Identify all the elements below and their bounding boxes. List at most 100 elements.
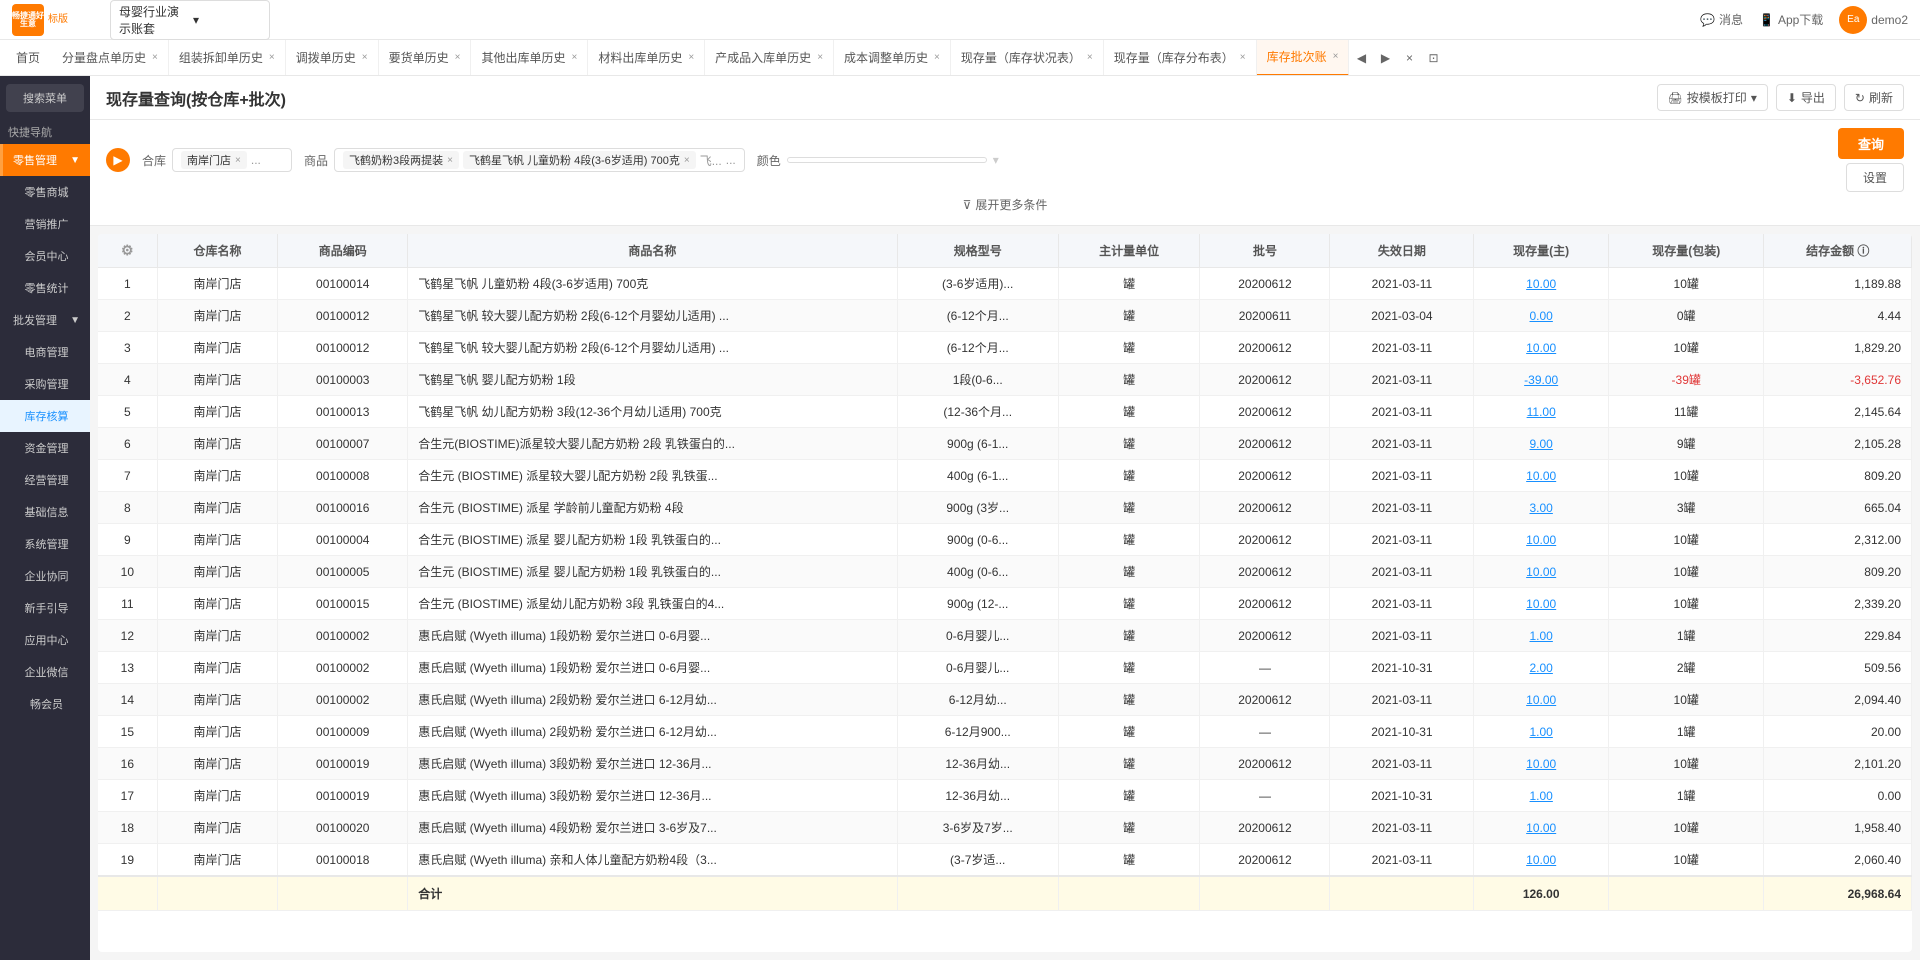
- sidebar-item-enterprise-coop[interactable]: 企业协同: [0, 560, 90, 592]
- color-filter: 颜色 ▾: [757, 152, 999, 169]
- tab-fen-pan[interactable]: 分量盘点单历史 ×: [52, 40, 169, 76]
- tab-diao-bo[interactable]: 调拨单历史 ×: [286, 40, 379, 76]
- tab-close[interactable]: ×: [1333, 51, 1339, 62]
- tab-xian-cun-fen[interactable]: 现存量（库存分布表） ×: [1104, 40, 1257, 76]
- cell-qty-main[interactable]: 10.00: [1474, 588, 1609, 620]
- search-menu-btn[interactable]: 搜索菜单: [6, 84, 84, 112]
- tab-zu-zhuang[interactable]: 组装拆卸单历史 ×: [169, 40, 286, 76]
- tab-chan-pin-ru[interactable]: 产成品入库单历史 ×: [705, 40, 834, 76]
- tab-close[interactable]: ×: [1240, 52, 1246, 63]
- cell-qty-main[interactable]: 11.00: [1474, 396, 1609, 428]
- filter-row: ▶ 合库 南岸门店 × ... 商品 飞鹤奶粉3段两提: [106, 128, 1904, 192]
- cell-qty-main[interactable]: 10.00: [1474, 556, 1609, 588]
- sidebar-item-wholesale-mgmt[interactable]: 批发管理 ▼: [0, 304, 90, 336]
- cell-qty-main[interactable]: 3.00: [1474, 492, 1609, 524]
- tab-close[interactable]: ×: [934, 52, 940, 63]
- cell-amount: 809.20: [1764, 556, 1912, 588]
- cell-qty-main[interactable]: 10.00: [1474, 460, 1609, 492]
- refresh-btn[interactable]: ↻ 刷新: [1844, 84, 1904, 111]
- sidebar-item-inventory-check[interactable]: 库存核算: [0, 400, 90, 432]
- filter-toggle-btn[interactable]: ▶: [106, 148, 130, 172]
- color-tag-group[interactable]: [787, 157, 987, 163]
- tab-close-all[interactable]: ×: [1397, 40, 1421, 76]
- warehouse-tag-group[interactable]: 南岸门店 × ...: [172, 148, 292, 172]
- tab-bar: 首页 分量盘点单历史 × 组装拆卸单历史 × 调拨单历史 × 要货单历史 × 其…: [0, 40, 1920, 76]
- cell-qty-main[interactable]: 10.00: [1474, 844, 1609, 877]
- tab-cheng-ben-diao[interactable]: 成本调整单历史 ×: [834, 40, 951, 76]
- cell-qty-main[interactable]: 0.00: [1474, 300, 1609, 332]
- expand-more-btn[interactable]: ⊽ 展开更多条件: [106, 192, 1904, 217]
- sidebar-item-finance-mgmt[interactable]: 资金管理: [0, 432, 90, 464]
- cell-qty-main[interactable]: 10.00: [1474, 524, 1609, 556]
- cell-amount: 1,189.88: [1764, 268, 1912, 300]
- sidebar-item-app-center[interactable]: 应用中心: [0, 624, 90, 656]
- query-btn[interactable]: 查询: [1838, 128, 1904, 159]
- tab-close[interactable]: ×: [817, 52, 823, 63]
- sidebar-item-marketing[interactable]: 营销推广: [0, 208, 90, 240]
- sidebar-item-retail-mgmt[interactable]: 零售管理 ▼: [0, 144, 90, 176]
- product-tag-1-close[interactable]: ×: [447, 155, 453, 166]
- sidebar-item-enterprise-wechat[interactable]: 企业微信: [0, 656, 90, 688]
- tab-nav-next[interactable]: ▶: [1373, 40, 1397, 76]
- cell-warehouse: 南岸门店: [157, 396, 278, 428]
- product-tag-group[interactable]: 飞鹤奶粉3段两提装 × 飞鹤星飞帆 儿童奶粉 4段(3-6岁适用) 700克 ×…: [334, 148, 745, 172]
- cell-code: 00100009: [278, 716, 408, 748]
- industry-select[interactable]: 母婴行业演示账套 ▾: [110, 0, 270, 40]
- tab-cai-liao-chu[interactable]: 材料出库单历史 ×: [588, 40, 705, 76]
- table-row: 19 南岸门店 00100018 惠氏启赋 (Wyeth illuma) 亲和人…: [98, 844, 1912, 877]
- cell-code: 00100002: [278, 652, 408, 684]
- tab-ku-cun-pi[interactable]: 库存批次账 ×: [1257, 40, 1350, 76]
- tab-close[interactable]: ×: [455, 52, 461, 63]
- product-tag-2-close[interactable]: ×: [684, 155, 690, 166]
- cell-qty-main[interactable]: 1.00: [1474, 780, 1609, 812]
- sidebar-item-retail-shop[interactable]: 零售商城: [0, 176, 90, 208]
- cell-qty-main[interactable]: 10.00: [1474, 268, 1609, 300]
- tab-menu[interactable]: ⊡: [1421, 40, 1445, 76]
- sidebar-item-retail-stats[interactable]: 零售统计: [0, 272, 90, 304]
- cell-qty-main[interactable]: 2.00: [1474, 652, 1609, 684]
- sidebar-item-vip-member[interactable]: 畅会员: [0, 688, 90, 720]
- cell-qty-main[interactable]: 9.00: [1474, 428, 1609, 460]
- cell-qty-main[interactable]: 10.00: [1474, 332, 1609, 364]
- cell-unit: 罐: [1058, 748, 1200, 780]
- tab-close[interactable]: ×: [1087, 52, 1093, 63]
- message-btn[interactable]: 💬 消息: [1700, 11, 1743, 28]
- cell-code: 00100013: [278, 396, 408, 428]
- cell-expire: 2021-03-11: [1330, 588, 1474, 620]
- sidebar-item-purchase-mgmt[interactable]: 采购管理: [0, 368, 90, 400]
- template-print-btn[interactable]: 🖨 按模板打印 ▾: [1657, 84, 1768, 111]
- table-row: 10 南岸门店 00100005 合生元 (BIOSTIME) 派星 婴儿配方奶…: [98, 556, 1912, 588]
- cell-qty-main[interactable]: 1.00: [1474, 716, 1609, 748]
- warehouse-tag-close[interactable]: ×: [235, 155, 241, 166]
- tab-close[interactable]: ×: [571, 52, 577, 63]
- tab-qi-ta-chu[interactable]: 其他出库单历史 ×: [471, 40, 588, 76]
- sidebar-item-new-guide[interactable]: 新手引导: [0, 592, 90, 624]
- tab-close[interactable]: ×: [152, 52, 158, 63]
- tab-yao-huo[interactable]: 要货单历史 ×: [379, 40, 472, 76]
- tab-close[interactable]: ×: [362, 52, 368, 63]
- tab-home[interactable]: 首页: [4, 49, 52, 66]
- tab-close[interactable]: ×: [688, 52, 694, 63]
- tab-nav-prev[interactable]: ◀: [1349, 40, 1373, 76]
- cell-amount: 509.56: [1764, 652, 1912, 684]
- sidebar-item-basic-info[interactable]: 基础信息: [0, 496, 90, 528]
- setting-btn[interactable]: 设置: [1846, 163, 1904, 192]
- export-btn[interactable]: ⬇ 导出: [1776, 84, 1836, 111]
- sidebar-item-sys-mgmt[interactable]: 系统管理: [0, 528, 90, 560]
- app-download-btn[interactable]: 📱 App下载: [1759, 11, 1823, 28]
- cell-amount: 2,101.20: [1764, 748, 1912, 780]
- sidebar-item-member-center[interactable]: 会员中心: [0, 240, 90, 272]
- cell-qty-pkg: 10罐: [1608, 588, 1764, 620]
- cell-unit: 罐: [1058, 620, 1200, 652]
- cell-qty-main[interactable]: 10.00: [1474, 684, 1609, 716]
- cell-qty-main[interactable]: -39.00: [1474, 364, 1609, 396]
- sidebar-item-ecommerce-mgmt[interactable]: 电商管理: [0, 336, 90, 368]
- cell-qty-main[interactable]: 10.00: [1474, 812, 1609, 844]
- cell-qty-main[interactable]: 10.00: [1474, 748, 1609, 780]
- cell-qty-main[interactable]: 1.00: [1474, 620, 1609, 652]
- th-settings[interactable]: ⚙: [98, 234, 157, 268]
- sidebar-item-ops-mgmt[interactable]: 经营管理: [0, 464, 90, 496]
- user-menu[interactable]: Ea demo2: [1839, 6, 1908, 34]
- tab-close[interactable]: ×: [269, 52, 275, 63]
- tab-xian-cun-ku[interactable]: 现存量（库存状况表） ×: [951, 40, 1104, 76]
